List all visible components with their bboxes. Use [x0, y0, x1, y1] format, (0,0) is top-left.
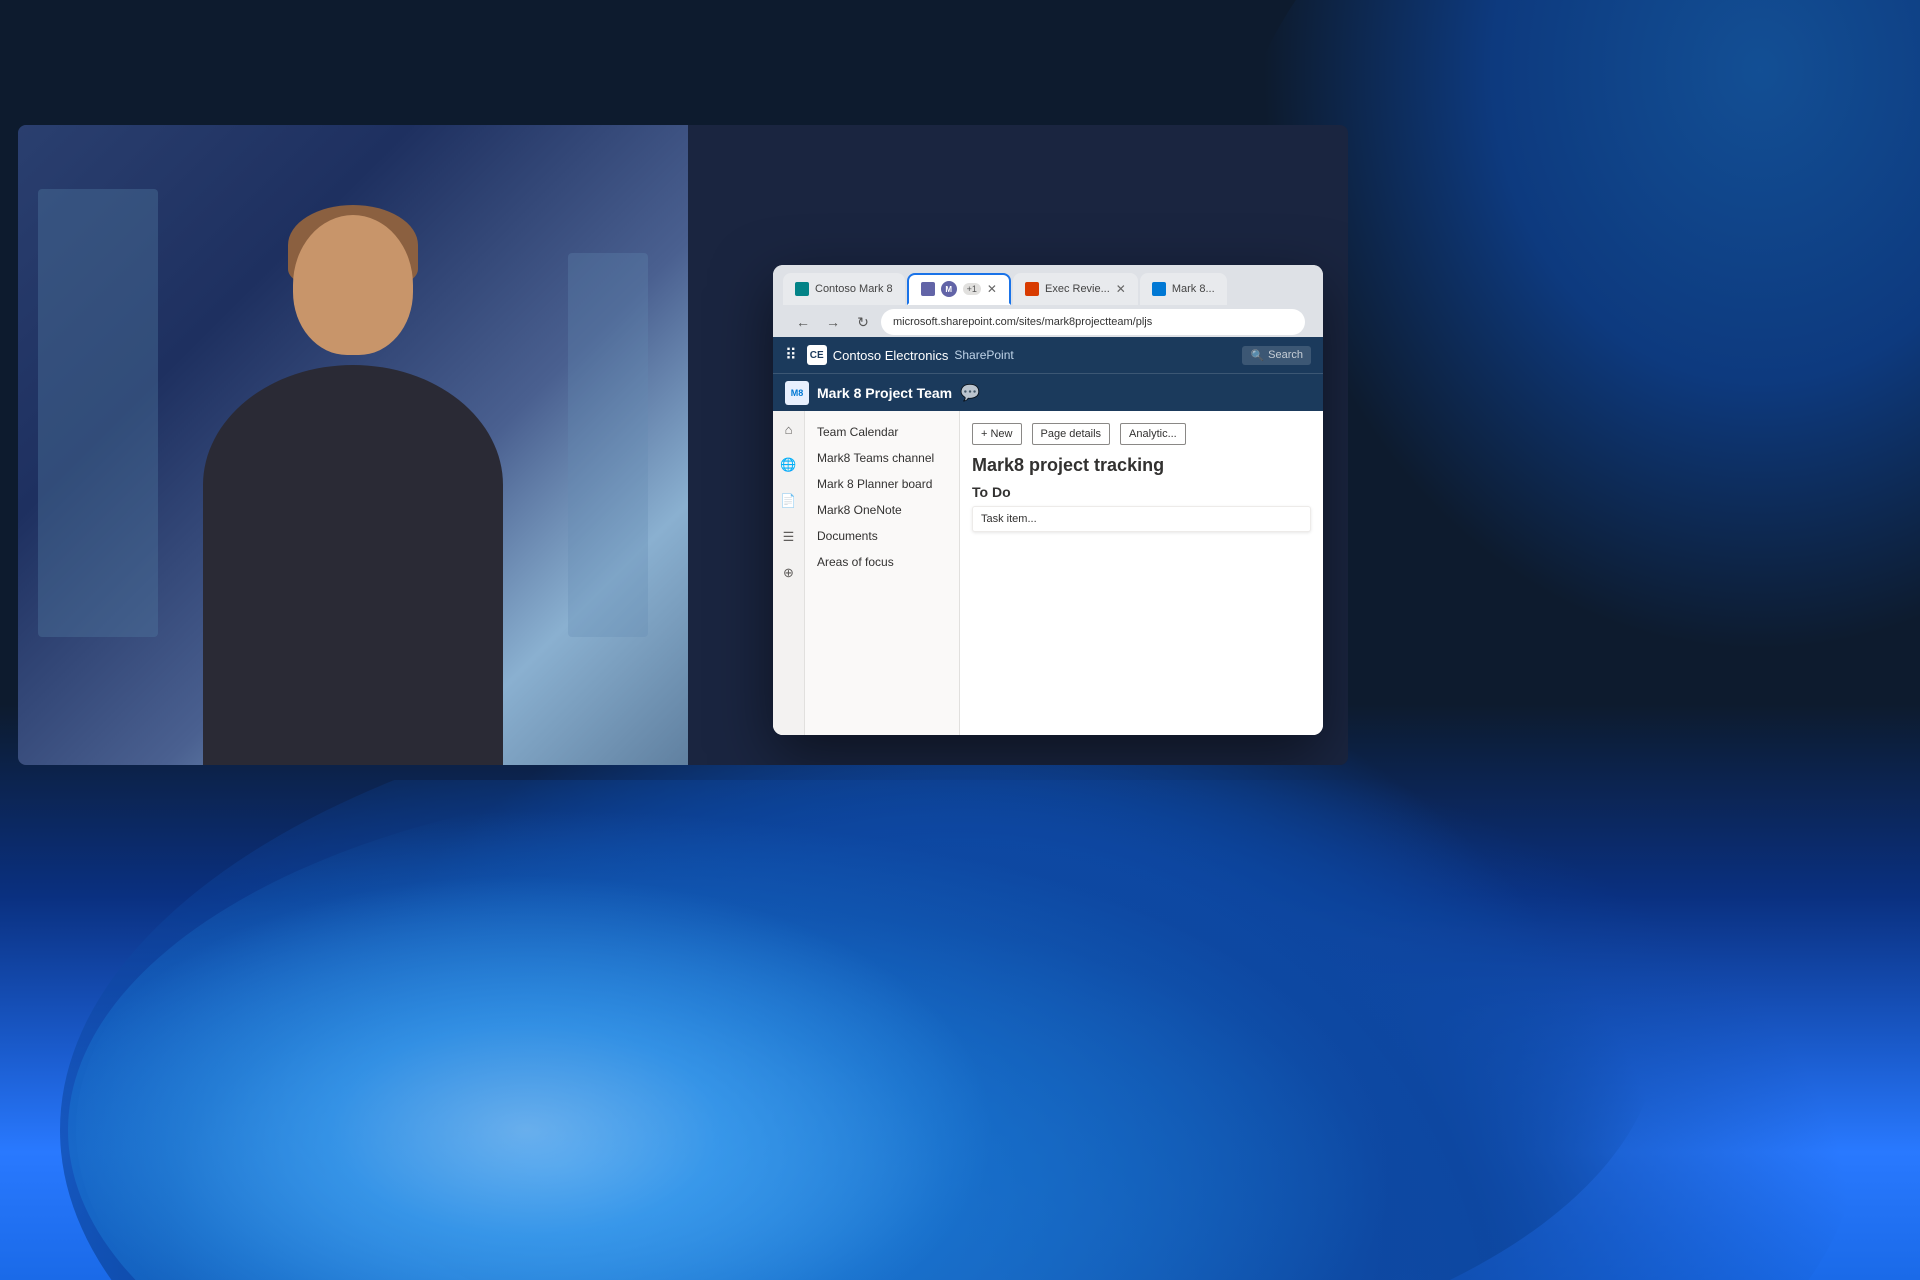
nav-pages-icon[interactable]: 📄 [779, 491, 799, 511]
tab-favicon-mark8b [1152, 282, 1166, 296]
kanban-item[interactable]: Task item... [972, 506, 1311, 532]
sidebar-item-focus[interactable]: Areas of focus [805, 549, 959, 575]
sharepoint-app: ⠿ CE Contoso Electronics SharePoint 🔍 Se… [773, 337, 1323, 735]
tab-exec[interactable]: Exec Revie... ✕ [1013, 273, 1138, 305]
nav-home-icon[interactable]: ⌂ [779, 419, 799, 439]
nav-docs-icon[interactable]: ☰ [779, 527, 799, 547]
back-button[interactable]: ← [791, 310, 815, 334]
tab-mark8-active[interactable]: M +1 ✕ [907, 273, 1011, 305]
tab-label-contoso: Contoso Mark 8 [815, 283, 893, 295]
tab-close-exec[interactable]: ✕ [1116, 282, 1126, 296]
teams-icon[interactable]: 💬 [960, 383, 980, 403]
sp-content: Team Calendar Mark8 Teams channel Mark 8… [805, 411, 1323, 735]
nav-globe-icon[interactable]: 🌐 [779, 455, 799, 475]
company-name: Contoso Electronics [833, 348, 949, 363]
sidebar-item-teams[interactable]: Mark8 Teams channel [805, 445, 959, 471]
bg-panel-right [568, 253, 648, 637]
sp-command-bar: + New Page details Analytic... [972, 423, 1311, 445]
app-name: SharePoint [954, 348, 1013, 362]
browser-chrome: Contoso Mark 8 M +1 ✕ Exec Revie... ✕ [773, 265, 1323, 337]
tab-mark8b[interactable]: Mark 8... [1140, 273, 1227, 305]
nav-more-icon[interactable]: ⊕ [779, 563, 799, 583]
person-body [203, 365, 503, 765]
browser-tabs: Contoso Mark 8 M +1 ✕ Exec Revie... ✕ [783, 273, 1313, 305]
video-person-area [18, 125, 688, 765]
browser-window: Contoso Mark 8 M +1 ✕ Exec Revie... ✕ [773, 265, 1323, 735]
address-bar[interactable]: microsoft.sharepoint.com/sites/mark8proj… [881, 309, 1305, 335]
tab-favicon-mark8 [921, 282, 935, 296]
sidebar-item-documents[interactable]: Documents [805, 523, 959, 549]
site-icon: M8 [785, 381, 809, 405]
forward-button[interactable]: → [821, 310, 845, 334]
tab-label-mark8b: Mark 8... [1172, 283, 1215, 295]
sidebar-item-onenote[interactable]: Mark8 OneNote [805, 497, 959, 523]
sp-search[interactable]: 🔍 Search [1242, 346, 1311, 365]
search-label: Search [1268, 349, 1303, 361]
search-icon: 🔍 [1250, 349, 1264, 362]
person-silhouette [143, 185, 563, 765]
tab-label-exec: Exec Revie... [1045, 283, 1110, 295]
sidebar-item-planner[interactable]: Mark 8 Planner board [805, 471, 959, 497]
sidebar-item-calendar[interactable]: Team Calendar [805, 419, 959, 445]
sp-sidebar: Team Calendar Mark8 Teams channel Mark 8… [805, 411, 960, 735]
bloom-decoration [0, 780, 1920, 1280]
tab-favicon-exec [1025, 282, 1039, 296]
new-button[interactable]: + New [972, 423, 1022, 445]
site-name: Mark 8 Project Team [817, 385, 952, 401]
bg-panel-left [38, 189, 158, 637]
page-title: Mark8 project tracking [972, 455, 1311, 476]
analytics-button[interactable]: Analytic... [1120, 423, 1186, 445]
tab-count-badge: +1 [963, 283, 981, 295]
address-bar-url: microsoft.sharepoint.com/sites/mark8proj… [893, 316, 1152, 328]
tab-favicon-contoso [795, 282, 809, 296]
kanban-item-text: Task item... [981, 513, 1037, 525]
sp-main-content: + New Page details Analytic... Mark8 pro… [960, 411, 1323, 735]
contoso-logo-icon: CE [807, 345, 827, 365]
waffle-icon[interactable]: ⠿ [785, 345, 797, 365]
sp-suite-bar: M8 Mark 8 Project Team 💬 [773, 373, 1323, 411]
sp-body: ⌂ 🌐 📄 ☰ ⊕ Team Calendar Mark8 Teams chan… [773, 411, 1323, 735]
refresh-button[interactable]: ↻ [851, 310, 875, 334]
tab-avatar: M [941, 281, 957, 297]
page-details-button[interactable]: Page details [1032, 423, 1111, 445]
kanban-column-todo: To Do [972, 484, 1311, 500]
person-head [293, 215, 413, 355]
sp-top-bar: ⠿ CE Contoso Electronics SharePoint 🔍 Se… [773, 337, 1323, 373]
main-frame: Contoso Mark 8 M +1 ✕ Exec Revie... ✕ [18, 125, 1348, 765]
sp-left-nav: ⌂ 🌐 📄 ☰ ⊕ [773, 411, 805, 735]
tab-contoso[interactable]: Contoso Mark 8 [783, 273, 905, 305]
browser-toolbar: ← → ↻ microsoft.sharepoint.com/sites/mar… [783, 305, 1313, 339]
sp-logo: CE Contoso Electronics SharePoint [807, 345, 1014, 365]
tab-close-mark8[interactable]: ✕ [987, 282, 997, 296]
